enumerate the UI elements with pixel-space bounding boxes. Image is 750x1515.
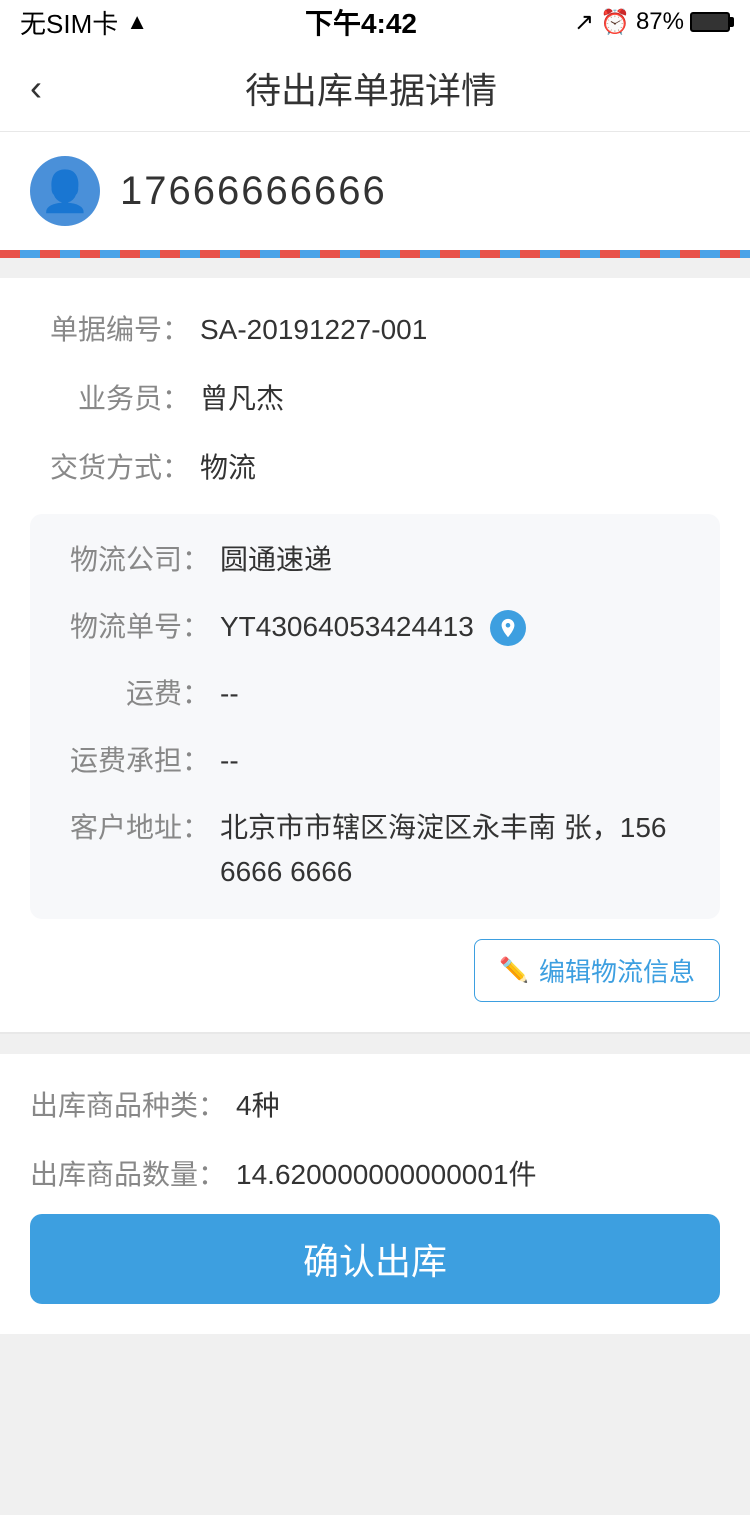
avatar: 👤 [30,156,100,226]
document-no-value: SA-20191227-001 [200,308,720,353]
freight-bearer-label: 运费承担： [50,739,210,784]
location-status-icon: ↗ [574,8,594,37]
confirm-btn-label: 确认出库 [303,1233,447,1285]
battery-icon [690,12,730,32]
tracking-number: YT43064053424413 [220,605,474,650]
delivery-value: 物流 [200,446,720,491]
address-value: 北京市市辖区海淀区永丰南 张，156 6666 6666 [220,806,700,896]
salesman-row: 业务员： 曾凡杰 [30,377,720,422]
user-icon: 👤 [40,168,90,215]
tracking-label: 物流单号： [50,605,210,650]
document-no-label: 单据编号： [30,308,190,353]
freight-row: 运费： -- [50,672,700,717]
goods-quantity-value: 14.620000000000001件 [236,1153,720,1198]
freight-bearer-value: -- [220,739,700,784]
status-bar: 无SIM卡 ▲ 下午4:42 ↗ ⏰ 87% [0,0,750,44]
status-time: 下午4:42 [305,2,417,42]
status-right: ↗ ⏰ 87% [574,8,730,37]
address-label: 客户地址： [50,806,210,851]
tracking-location-icon[interactable] [490,610,526,646]
confirm-button[interactable]: 确认出库 [30,1214,720,1304]
edit-btn-row: ✏️ 编辑物流信息 [30,939,720,1002]
carrier-text: 无SIM卡 [20,4,118,41]
status-left: 无SIM卡 ▲ [20,4,148,41]
company-label: 物流公司： [50,538,210,583]
content-spacer [0,1315,750,1515]
goods-quantity-label: 出库商品数量： [30,1153,226,1198]
section-divider [0,1032,750,1034]
logistics-sub-section: 物流公司： 圆通速递 物流单号： YT43064053424413 运费： --… [30,514,720,919]
goods-type-value: 4种 [236,1084,720,1129]
page-title: 待出库单据详情 [62,62,680,114]
battery-text: 87% [636,8,684,36]
document-no-row: 单据编号： SA-20191227-001 [30,308,720,353]
tracking-value: YT43064053424413 [220,605,700,650]
edit-icon: ✏️ [499,956,529,985]
tracking-row: 物流单号： YT43064053424413 [50,605,700,650]
edit-logistics-button[interactable]: ✏️ 编辑物流信息 [474,939,720,1002]
user-phone: 17666666666 [120,169,387,214]
wifi-icon: ▲ [126,9,148,35]
salesman-label: 业务员： [30,377,190,422]
address-row: 客户地址： 北京市市辖区海淀区永丰南 张，156 6666 6666 [50,806,700,896]
user-header: 👤 17666666666 [0,132,750,250]
delivery-label: 交货方式： [30,446,190,491]
alarm-icon: ⏰ [600,8,630,37]
freight-bearer-row: 运费承担： -- [50,739,700,784]
basic-info-section: 单据编号： SA-20191227-001 业务员： 曾凡杰 交货方式： 物流 … [0,278,750,1032]
goods-type-label: 出库商品种类： [30,1084,226,1129]
goods-type-row: 出库商品种类： 4种 [30,1084,720,1129]
back-button[interactable]: ‹ [30,70,42,106]
deco-border [0,250,750,258]
company-row: 物流公司： 圆通速递 [50,538,700,583]
confirm-btn-container: 确认出库 [0,1194,750,1334]
company-value: 圆通速递 [220,538,700,583]
freight-value: -- [220,672,700,717]
salesman-value: 曾凡杰 [200,377,720,422]
goods-quantity-row: 出库商品数量： 14.620000000000001件 [30,1153,720,1198]
edit-btn-label: 编辑物流信息 [539,952,695,989]
delivery-row: 交货方式： 物流 [30,446,720,491]
nav-bar: ‹ 待出库单据详情 [0,44,750,132]
freight-label: 运费： [50,672,210,717]
